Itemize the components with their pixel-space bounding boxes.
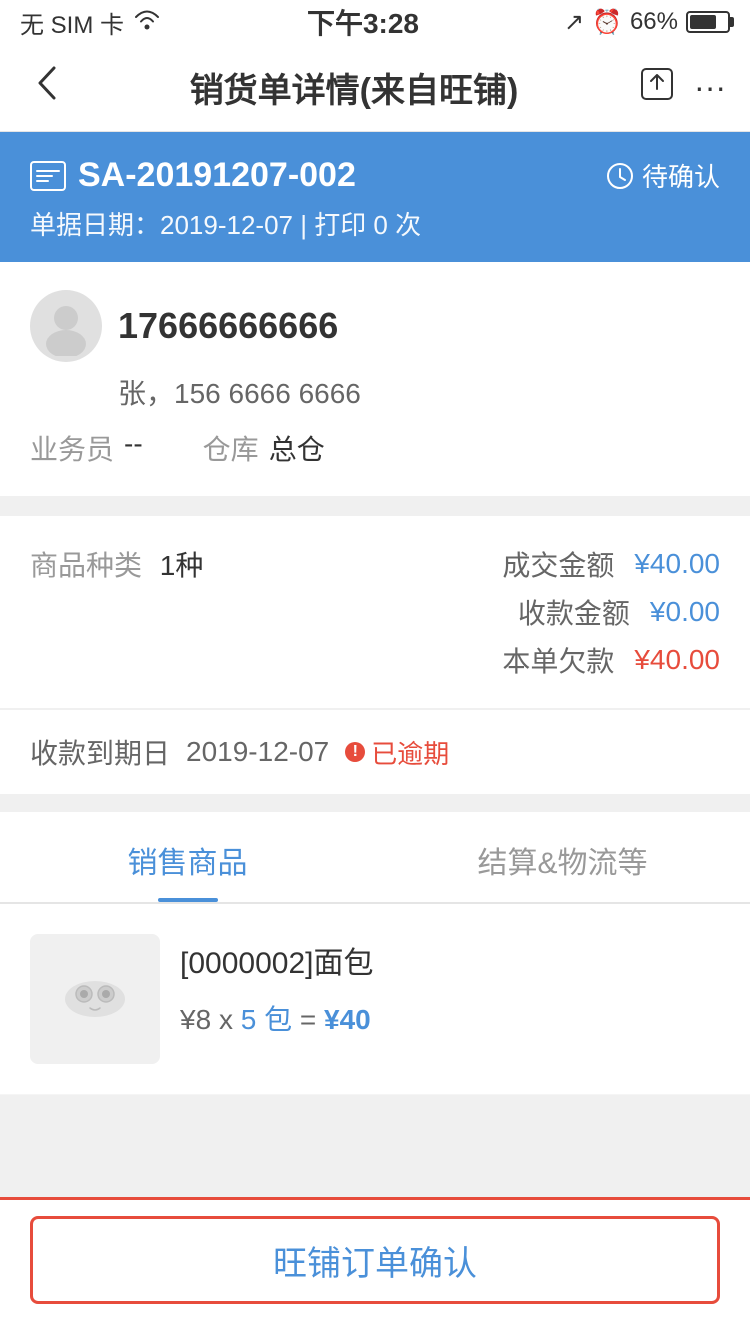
customer-name: 张，156 6666 6666 xyxy=(30,372,720,412)
received-amount-label: 收款金额 xyxy=(518,592,630,632)
page-title: 销货单详情(来自旺铺) xyxy=(68,63,640,112)
sales-rep-item: 业务员 -- xyxy=(30,428,143,468)
tab-sales-products-label: 销售商品 xyxy=(128,847,248,880)
status-bar-left: 无 SIM 卡 xyxy=(20,5,162,40)
more-icon[interactable]: ··· xyxy=(694,69,726,106)
warehouse-label: 仓库 xyxy=(203,428,259,468)
due-date-section: 收款到期日 2019-12-07 ! 已逾期 xyxy=(0,709,750,794)
confirm-button[interactable]: 旺铺订单确认 xyxy=(30,1216,720,1304)
status-bar: 无 SIM 卡 下午3:28 ↗ ⏰ 66% xyxy=(0,0,750,44)
bottom-bar: 旺铺订单确认 xyxy=(0,1197,750,1334)
tab-settlement-label: 结算&物流等 xyxy=(477,847,647,880)
due-date-label: 收款到期日 xyxy=(30,732,170,772)
warehouse-value: 总仓 xyxy=(269,428,325,468)
nav-bar: 销货单详情(来自旺铺) ··· xyxy=(0,44,750,132)
amounts: 成交金额 ¥40.00 收款金额 ¥0.00 本单欠款 ¥40.00 xyxy=(502,544,720,680)
received-amount-value: ¥0.00 xyxy=(650,596,720,628)
share-icon[interactable] xyxy=(640,67,674,109)
product-types: 商品种类 1种 xyxy=(30,544,203,584)
received-amount-row: 收款金额 ¥0.00 xyxy=(518,592,720,632)
debt-amount-value: ¥40.00 xyxy=(634,644,720,676)
order-status: 待确认 xyxy=(606,157,720,194)
order-header: SA-20191207-002 待确认 单据日期：2019-12-07 | 打印… xyxy=(0,132,750,262)
order-status-text: 待确认 xyxy=(642,157,720,194)
product-unit-price: ¥8 xyxy=(180,1004,211,1035)
product-total: ¥40 xyxy=(324,1004,371,1035)
product-types-value: 1种 xyxy=(160,550,204,581)
sales-rep-label: 业务员 xyxy=(30,428,114,468)
tab-bar: 销售商品 结算&物流等 xyxy=(0,812,750,904)
deal-amount-label: 成交金额 xyxy=(502,544,614,584)
product-unit: 包 xyxy=(264,1004,292,1035)
tab-sales-products[interactable]: 销售商品 xyxy=(0,812,375,902)
sales-rep-value: -- xyxy=(124,428,143,468)
product-qty: 5 xyxy=(241,1004,257,1035)
battery-percent: 66% xyxy=(630,8,678,36)
carrier-text: 无 SIM 卡 xyxy=(20,5,124,40)
status-bar-time: 下午3:28 xyxy=(307,2,419,42)
nav-actions: ··· xyxy=(640,67,726,109)
deal-amount-value: ¥40.00 xyxy=(634,548,720,580)
summary-section: 商品种类 1种 成交金额 ¥40.00 收款金额 ¥0.00 本单欠款 ¥40.… xyxy=(0,515,750,709)
product-item: [0000002]面包 ¥8 x 5 包 = ¥40 xyxy=(0,904,750,1095)
deal-amount-row: 成交金额 ¥40.00 xyxy=(502,544,720,584)
customer-meta: 业务员 -- 仓库 总仓 xyxy=(30,428,720,468)
status-bar-right: ↗ ⏰ 66% xyxy=(564,8,730,37)
product-thumbnail xyxy=(30,934,160,1064)
alarm-icon: ⏰ xyxy=(592,8,622,37)
battery-icon xyxy=(686,11,730,33)
overdue-text: 已逾期 xyxy=(371,734,449,771)
order-date: 单据日期：2019-12-07 | 打印 0 次 xyxy=(30,205,720,242)
product-list: [0000002]面包 ¥8 x 5 包 = ¥40 xyxy=(0,904,750,1095)
product-name: [0000002]面包 xyxy=(180,938,720,982)
product-multiply: x xyxy=(219,1004,241,1035)
debt-amount-label: 本单欠款 xyxy=(502,640,614,680)
product-equals: = xyxy=(300,1004,324,1035)
order-id: SA-20191207-002 xyxy=(30,156,356,195)
warehouse-item: 仓库 总仓 xyxy=(203,428,325,468)
customer-section: 17666666666 张，156 6666 6666 业务员 -- 仓库 总仓 xyxy=(0,262,750,497)
back-button[interactable] xyxy=(24,54,68,121)
order-id-text: SA-20191207-002 xyxy=(78,156,356,195)
wifi-icon xyxy=(132,8,162,37)
overdue-dot-icon: ! xyxy=(345,742,365,762)
overdue-badge: ! 已逾期 xyxy=(345,734,449,771)
product-info: [0000002]面包 ¥8 x 5 包 = ¥40 xyxy=(180,934,720,1064)
product-price-line: ¥8 x 5 包 = ¥40 xyxy=(180,998,720,1038)
due-date-value: 2019-12-07 xyxy=(186,736,329,768)
tab-settlement[interactable]: 结算&物流等 xyxy=(375,812,750,902)
product-types-label: 商品种类 xyxy=(30,550,142,581)
debt-amount-row: 本单欠款 ¥40.00 xyxy=(502,640,720,680)
location-icon: ↗ xyxy=(564,8,584,37)
customer-phone: 17666666666 xyxy=(118,305,338,347)
avatar xyxy=(30,290,102,362)
